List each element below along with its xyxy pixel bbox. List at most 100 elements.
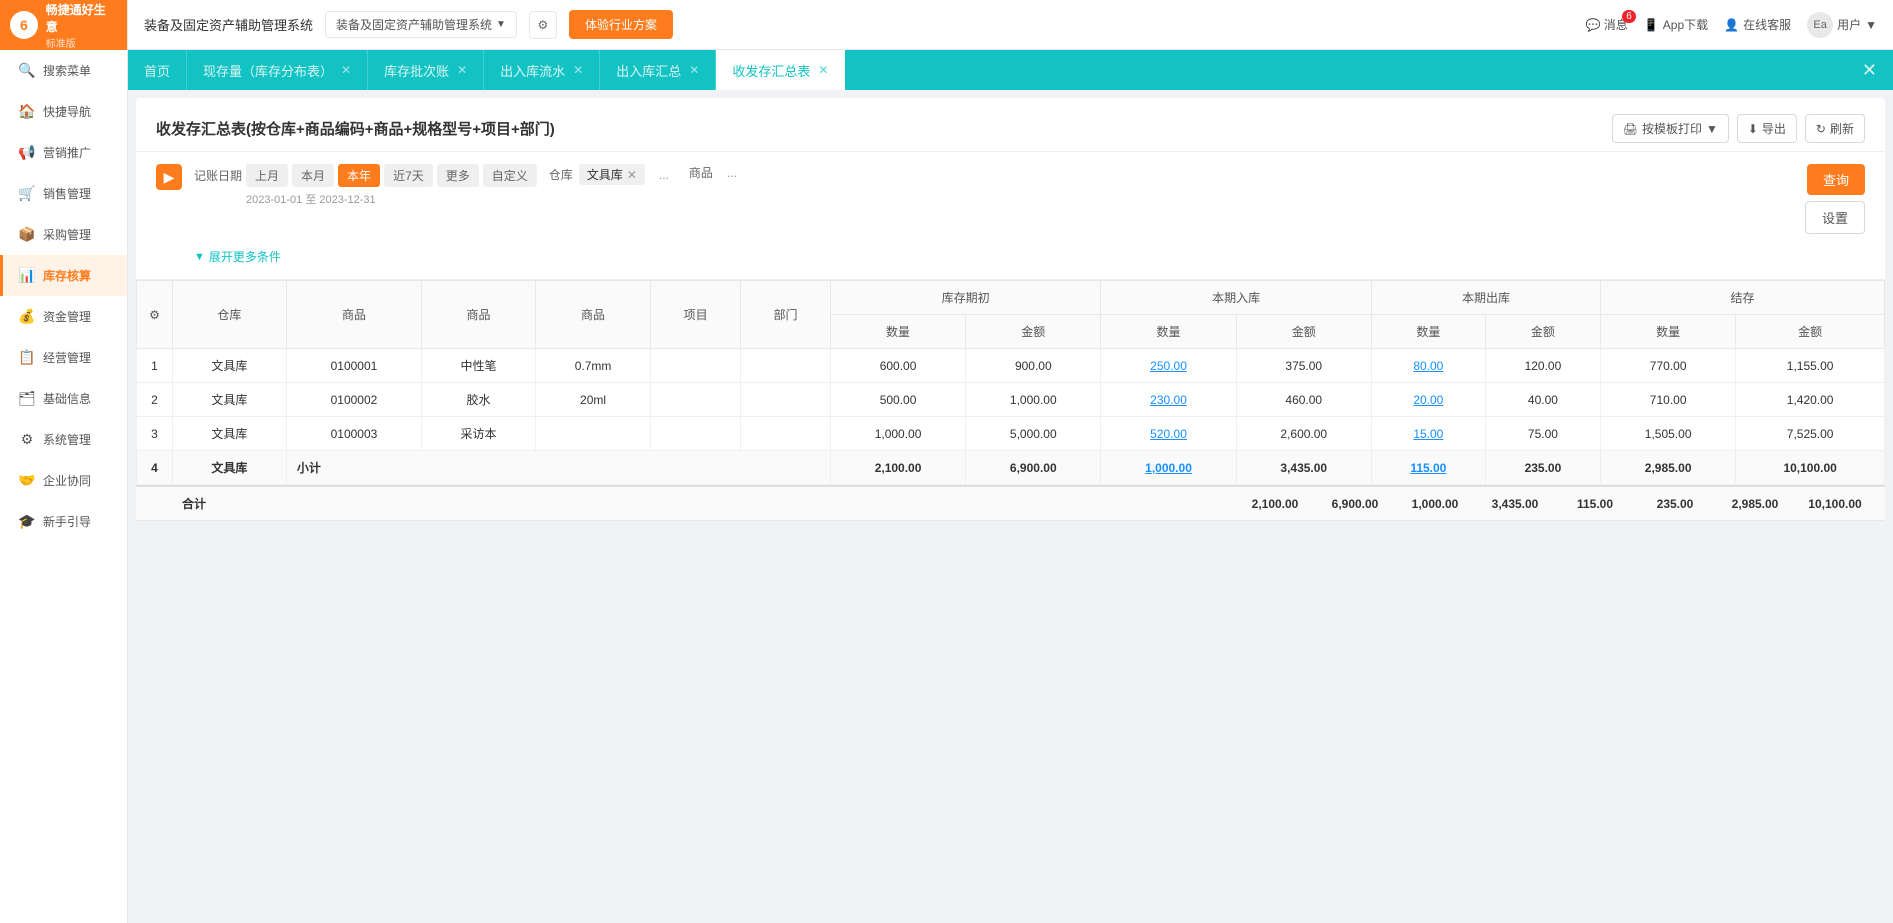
row-code: 0100002 [286,383,421,417]
date-custom-btn[interactable]: 自定义 [483,164,537,187]
tab-close-icon[interactable]: ✕ [689,63,699,77]
row-project [651,349,741,383]
tab-inout-summary[interactable]: 出入库汇总 ✕ [600,50,716,90]
sidebar-item-system[interactable]: ⚙ 系统管理 [0,419,127,460]
print-button[interactable]: 🖨 按模板打印 ▼ [1612,114,1729,143]
row-dept [741,349,831,383]
tab-inout-flow-label: 出入库流水 [500,61,565,80]
refresh-button[interactable]: ↻ 刷新 [1805,114,1865,143]
app-download-label: App下载 [1663,16,1708,33]
row-out-qty[interactable]: 80.00 [1371,349,1485,383]
system-selector[interactable]: 装备及固定资产辅助管理系统 ▼ [325,11,517,38]
date-more-btn[interactable]: 更多 [437,164,479,187]
purchase-icon: 📦 [19,227,35,243]
sidebar-item-collab[interactable]: 🤝 企业协同 [0,460,127,501]
logo-text: 畅捷通好生意 标准版 [46,1,117,50]
total-in-amt: 3,435.00 [1475,497,1555,511]
sidebar-item-quick-nav[interactable]: 🏠 快捷导航 [0,91,127,132]
app-download-button[interactable]: 📱 App下载 [1644,16,1708,33]
row-bal-amt: 1,420.00 [1736,383,1885,417]
marketing-icon: 📢 [19,145,35,161]
row-out-qty[interactable]: 20.00 [1371,383,1485,417]
tab-home-label: 首页 [144,61,170,80]
search-icon: 🔍 [19,63,35,79]
total-open-qty: 2,100.00 [1235,497,1315,511]
sidebar-item-search[interactable]: 🔍 搜索菜单 [0,50,127,91]
product-more-button[interactable]: ... [719,166,745,180]
row-project [651,383,741,417]
col-settings-header[interactable]: ⚙ [137,281,173,349]
date-last-month-btn[interactable]: 上月 [246,164,288,187]
collab-icon: 🤝 [19,473,35,489]
warehouse-more-button[interactable]: ... [651,168,677,182]
filter-toggle-button[interactable]: ▶ [156,164,182,190]
row-out-qty[interactable]: 15.00 [1371,417,1485,451]
chevron-down-icon: ▼ [496,19,506,30]
tab-close-icon[interactable]: ✕ [457,63,467,77]
subtotal-out-qty: 115.00 [1371,451,1485,485]
inventory-icon: 📊 [19,268,35,284]
sidebar-item-label: 库存核算 [43,267,91,284]
date-7days-btn[interactable]: 近7天 [384,164,433,187]
refresh-label: 刷新 [1830,120,1854,137]
date-this-month-btn[interactable]: 本月 [292,164,334,187]
date-filter-label: 记账日期 [194,167,242,184]
sidebar-item-sales[interactable]: 🛒 销售管理 [0,173,127,214]
online-service-button[interactable]: 👤 在线客服 [1724,16,1791,33]
tab-home[interactable]: 首页 [128,50,187,90]
sidebar-item-marketing[interactable]: 📢 营销推广 [0,132,127,173]
date-this-year-btn[interactable]: 本年 [338,164,380,187]
row-dept [741,417,831,451]
col-bal-amt-header: 金额 [1736,315,1885,349]
notification-button[interactable]: 💬 消息 6 [1586,16,1628,33]
sidebar-item-finance[interactable]: 💰 资金管理 [0,296,127,337]
tab-inout-flow[interactable]: 出入库流水 ✕ [484,50,600,90]
row-bal-amt: 7,525.00 [1736,417,1885,451]
total-bal-amt: 10,100.00 [1795,497,1875,511]
refresh-icon: ↻ [1816,122,1826,136]
col-opening-header: 库存期初 [830,281,1100,315]
row-in-qty[interactable]: 250.00 [1101,349,1236,383]
warehouse-tag-close-button[interactable]: ✕ [627,168,637,182]
experience-button[interactable]: 体验行业方案 [569,10,673,39]
row-out-amt: 75.00 [1485,417,1600,451]
sidebar-item-base-info[interactable]: 🗂 基础信息 [0,378,127,419]
page-content: 收发存汇总表(按仓库+商品编码+商品+规格型号+项目+部门) 🖨 按模板打印 ▼… [128,90,1893,923]
product-filter: 商品 ... [689,164,745,181]
base-info-icon: 🗂 [19,391,35,407]
tab-close-icon[interactable]: ✕ [573,63,583,77]
tab-batch[interactable]: 库存批次账 ✕ [368,50,484,90]
subtotal-bal-qty: 2,985.00 [1601,451,1736,485]
query-button[interactable]: 查询 [1807,164,1865,195]
close-all-tabs-button[interactable]: ✕ [1846,60,1893,81]
total-in-qty: 1,000.00 [1395,497,1475,511]
system-selector-label: 装备及固定资产辅助管理系统 [336,16,492,33]
settings-button[interactable]: ⚙ [529,11,557,39]
date-range-display: 2023-01-01 至 2023-12-31 [194,191,376,207]
export-button[interactable]: ⬇ 导出 [1737,114,1797,143]
sidebar-item-purchase[interactable]: 📦 采购管理 [0,214,127,255]
col-settings-icon: ⚙ [149,308,160,322]
print-icon: 🖨 [1623,122,1638,136]
row-in-qty[interactable]: 520.00 [1101,417,1236,451]
expand-more-row: ▼ 展开更多条件 [156,234,1865,275]
subtotal-in-amt: 3,435.00 [1236,451,1371,485]
sidebar-item-guide[interactable]: 🎓 新手引导 [0,501,127,542]
data-table: ⚙ 仓库 商品 商品 商品 项目 部门 库存期初 本期入库 本期出库 [136,280,1885,485]
tab-inventory-dist[interactable]: 现存量（库存分布表） ✕ [187,50,368,90]
tab-close-icon[interactable]: ✕ [818,63,828,77]
sidebar-item-label: 采购管理 [43,226,91,243]
sidebar-logo: 6 畅捷通好生意 标准版 [0,0,127,50]
setting-button[interactable]: 设置 [1805,201,1865,234]
expand-more-button[interactable]: 展开更多条件 [209,242,281,271]
sidebar-item-operations[interactable]: 📋 经营管理 [0,337,127,378]
user-menu[interactable]: Ea 用户 ▼ [1807,12,1877,38]
row-out-amt: 40.00 [1485,383,1600,417]
row-in-qty[interactable]: 230.00 [1101,383,1236,417]
subtotal-open-qty: 2,100.00 [830,451,965,485]
tab-recv-send-summary[interactable]: 收发存汇总表 ✕ [716,50,845,90]
tab-close-icon[interactable]: ✕ [341,63,351,77]
sidebar-item-inventory[interactable]: 📊 库存核算 [0,255,127,296]
sidebar-item-label: 经营管理 [43,349,91,366]
app-download-icon: 📱 [1644,18,1659,32]
